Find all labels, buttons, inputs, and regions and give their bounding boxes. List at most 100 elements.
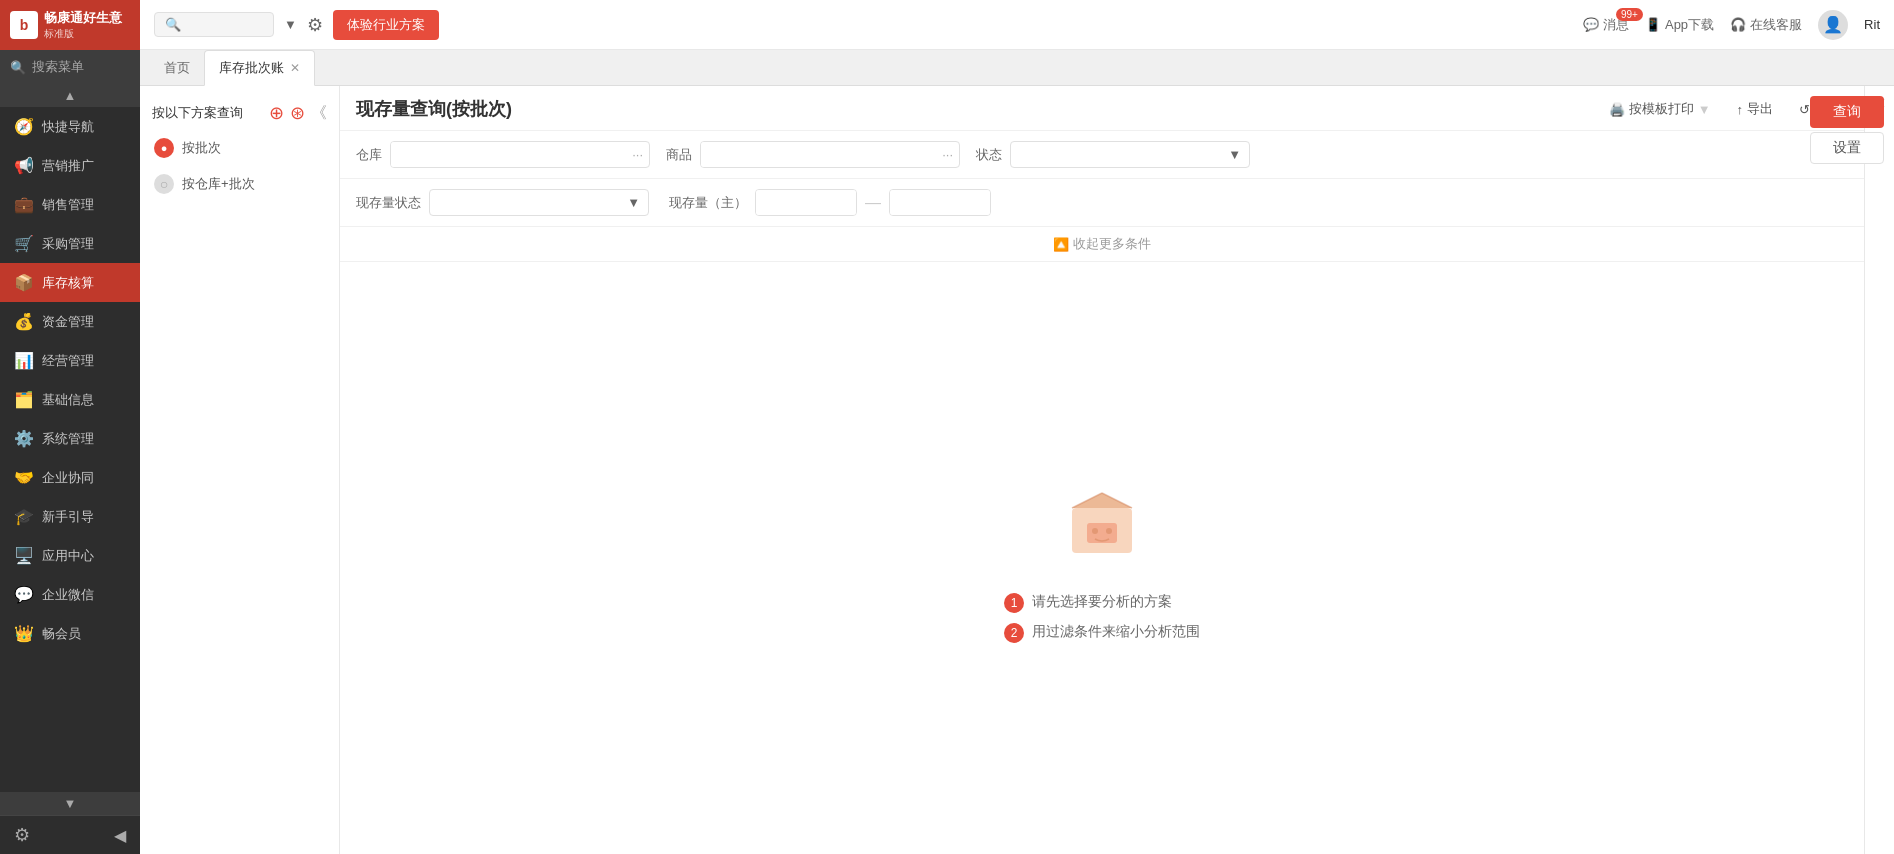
query-btn[interactable]: 查询	[1810, 96, 1864, 128]
company-info: 畅康通好生意 标准版	[44, 9, 122, 41]
inventory-qty-min-input[interactable]	[756, 190, 856, 215]
topbar-search[interactable]: 🔍	[154, 12, 274, 37]
inventory-icon: 📦	[14, 273, 34, 292]
inventory-status-select[interactable]: ▼	[429, 189, 649, 216]
warehouse-input[interactable]	[391, 142, 626, 167]
filter-panel-label: 按以下方案查询	[152, 104, 243, 122]
inventory-qty-max-input[interactable]	[890, 190, 990, 215]
collab-icon: 🤝	[14, 468, 34, 487]
collapse-row[interactable]: 🔼 收起更多条件	[340, 227, 1864, 262]
sidebar-item-newbie[interactable]: 🎓 新手引导	[0, 497, 140, 536]
avatar-icon: 👤	[1823, 15, 1843, 34]
user-name: Rit	[1864, 17, 1880, 32]
filter-row-1: 仓库 ··· 商品 ··· 状态	[340, 131, 1864, 179]
tip-1-text: 请先选择要分析的方案	[1032, 593, 1172, 611]
tab-close-btn[interactable]: ✕	[290, 62, 300, 74]
tip-2-num: 2	[1004, 623, 1024, 643]
filter-item-by-warehouse-batch[interactable]: ○ 按仓库+批次	[140, 166, 339, 202]
sidebar-item-sales[interactable]: 💼 销售管理	[0, 185, 140, 224]
online-service-btn[interactable]: 🎧 在线客服	[1730, 16, 1802, 34]
sidebar-header: b 畅康通好生意 标准版	[0, 0, 140, 50]
add-filter-icon[interactable]: ⊕	[269, 102, 284, 124]
topbar-gear-icon[interactable]: ⚙	[307, 14, 323, 36]
sidebar-item-label: 企业协同	[42, 469, 94, 487]
topbar-search-icon: 🔍	[165, 17, 181, 32]
tab-batch-account[interactable]: 库存批次账 ✕	[204, 50, 315, 86]
newbie-icon: 🎓	[14, 507, 34, 526]
main-content: 现存量查询(按批次) 🖨️ 按模板打印 ▼ ↑ 导出 ↺ 刷新	[340, 86, 1864, 854]
topbar-dropdown[interactable]: ▼	[284, 17, 297, 32]
topbar: 🔍 ▼ ⚙ 体验行业方案 💬 消息 99+ 📱 App下载 🎧 在线客服 👤	[140, 0, 1894, 50]
search-menu[interactable]: 🔍 搜索菜单	[0, 50, 140, 84]
export-icon: ↑	[1737, 102, 1744, 117]
sidebar-item-member[interactable]: 👑 畅会员	[0, 614, 140, 653]
logo-icon: b	[10, 11, 38, 39]
inventory-qty-min-wrap	[755, 189, 857, 216]
user-avatar[interactable]: 👤	[1818, 10, 1848, 40]
settings-footer-icon[interactable]: ⚙	[14, 824, 30, 846]
quick-nav-icon: 🧭	[14, 117, 34, 136]
member-icon: 👑	[14, 624, 34, 643]
purchase-icon: 🛒	[14, 234, 34, 253]
sales-icon: 💼	[14, 195, 34, 214]
ops-icon: 📊	[14, 351, 34, 370]
message-btn[interactable]: 💬 消息 99+	[1583, 16, 1629, 34]
sidebar-item-label: 销售管理	[42, 196, 94, 214]
tip-2-text: 用过滤条件来缩小分析范围	[1032, 623, 1200, 641]
sidebar-item-basic[interactable]: 🗂️ 基础信息	[0, 380, 140, 419]
tabs-bar: 首页 库存批次账 ✕	[140, 50, 1894, 86]
sidebar-item-inventory[interactable]: 📦 库存核算	[0, 263, 140, 302]
product-input[interactable]	[701, 142, 936, 167]
warehouse-label: 仓库	[356, 146, 382, 164]
sidebar-item-marketing[interactable]: 📢 营销推广	[0, 146, 140, 185]
filter-item-label: 按仓库+批次	[182, 175, 255, 193]
sidebar-item-collab[interactable]: 🤝 企业协同	[0, 458, 140, 497]
tab-home[interactable]: 首页	[150, 50, 204, 86]
sidebar-item-ops[interactable]: 📊 经营管理	[0, 341, 140, 380]
settings-btn[interactable]: 设置	[1810, 132, 1864, 164]
sidebar-item-purchase[interactable]: 🛒 采购管理	[0, 224, 140, 263]
empty-illustration	[1052, 473, 1152, 573]
sidebar-item-apps[interactable]: 🖥️ 应用中心	[0, 536, 140, 575]
inventory-status-label: 现存量状态	[356, 194, 421, 212]
export-btn[interactable]: ↑ 导出	[1729, 96, 1782, 122]
warehouse-more-icon[interactable]: ···	[626, 147, 649, 162]
sidebar-item-label: 应用中心	[42, 547, 94, 565]
experience-btn[interactable]: 体验行业方案	[333, 10, 439, 40]
search-menu-label: 搜索菜单	[32, 58, 84, 76]
basic-icon: 🗂️	[14, 390, 34, 409]
content-area: 按以下方案查询 ⊕ ⊛ 《 ● 按批次 ○ 按仓库+批次 现存量查询(按批次)	[140, 86, 1894, 854]
sidebar-item-label: 快捷导航	[42, 118, 94, 136]
filter-settings-icon[interactable]: ⊛	[290, 102, 305, 124]
print-btn[interactable]: 🖨️ 按模板打印 ▼	[1601, 96, 1719, 122]
sidebar-item-system[interactable]: ⚙️ 系统管理	[0, 419, 140, 458]
status-select[interactable]: ▼	[1010, 141, 1250, 168]
wechat-icon: 💬	[14, 585, 34, 604]
svg-point-6	[1106, 528, 1112, 534]
product-field: 商品 ···	[666, 141, 960, 168]
product-more-icon[interactable]: ···	[936, 147, 959, 162]
marketing-icon: 📢	[14, 156, 34, 175]
filter-dot-active: ●	[154, 138, 174, 158]
search-icon: 🔍	[10, 60, 26, 75]
sidebar-item-quick-nav[interactable]: 🧭 快捷导航	[0, 107, 140, 146]
sidebar-item-wechat[interactable]: 💬 企业微信	[0, 575, 140, 614]
topbar-actions: 💬 消息 99+ 📱 App下载 🎧 在线客服 👤 Rit	[1583, 10, 1880, 40]
tip-1-num: 1	[1004, 593, 1024, 613]
version-label: 标准版	[44, 27, 122, 41]
collapse-sidebar-icon[interactable]: ◀	[114, 826, 126, 845]
status-label: 状态	[976, 146, 1002, 164]
filter-item-by-batch[interactable]: ● 按批次	[140, 130, 339, 166]
apps-icon: 🖥️	[14, 546, 34, 565]
scroll-up-btn[interactable]: ▲	[0, 84, 140, 107]
print-dropdown-icon[interactable]: ▼	[1698, 102, 1711, 117]
sidebar-item-label: 资金管理	[42, 313, 94, 331]
main-area: 🔍 ▼ ⚙ 体验行业方案 💬 消息 99+ 📱 App下载 🎧 在线客服 👤	[140, 0, 1894, 854]
collapse-filter-icon[interactable]: 《	[311, 103, 327, 124]
sidebar-item-label: 经营管理	[42, 352, 94, 370]
page-title: 现存量查询(按批次)	[356, 97, 512, 121]
message-icon: 💬	[1583, 17, 1599, 32]
scroll-down-btn[interactable]: ▼	[0, 792, 140, 815]
app-download-btn[interactable]: 📱 App下载	[1645, 16, 1714, 34]
sidebar-item-finance[interactable]: 💰 资金管理	[0, 302, 140, 341]
